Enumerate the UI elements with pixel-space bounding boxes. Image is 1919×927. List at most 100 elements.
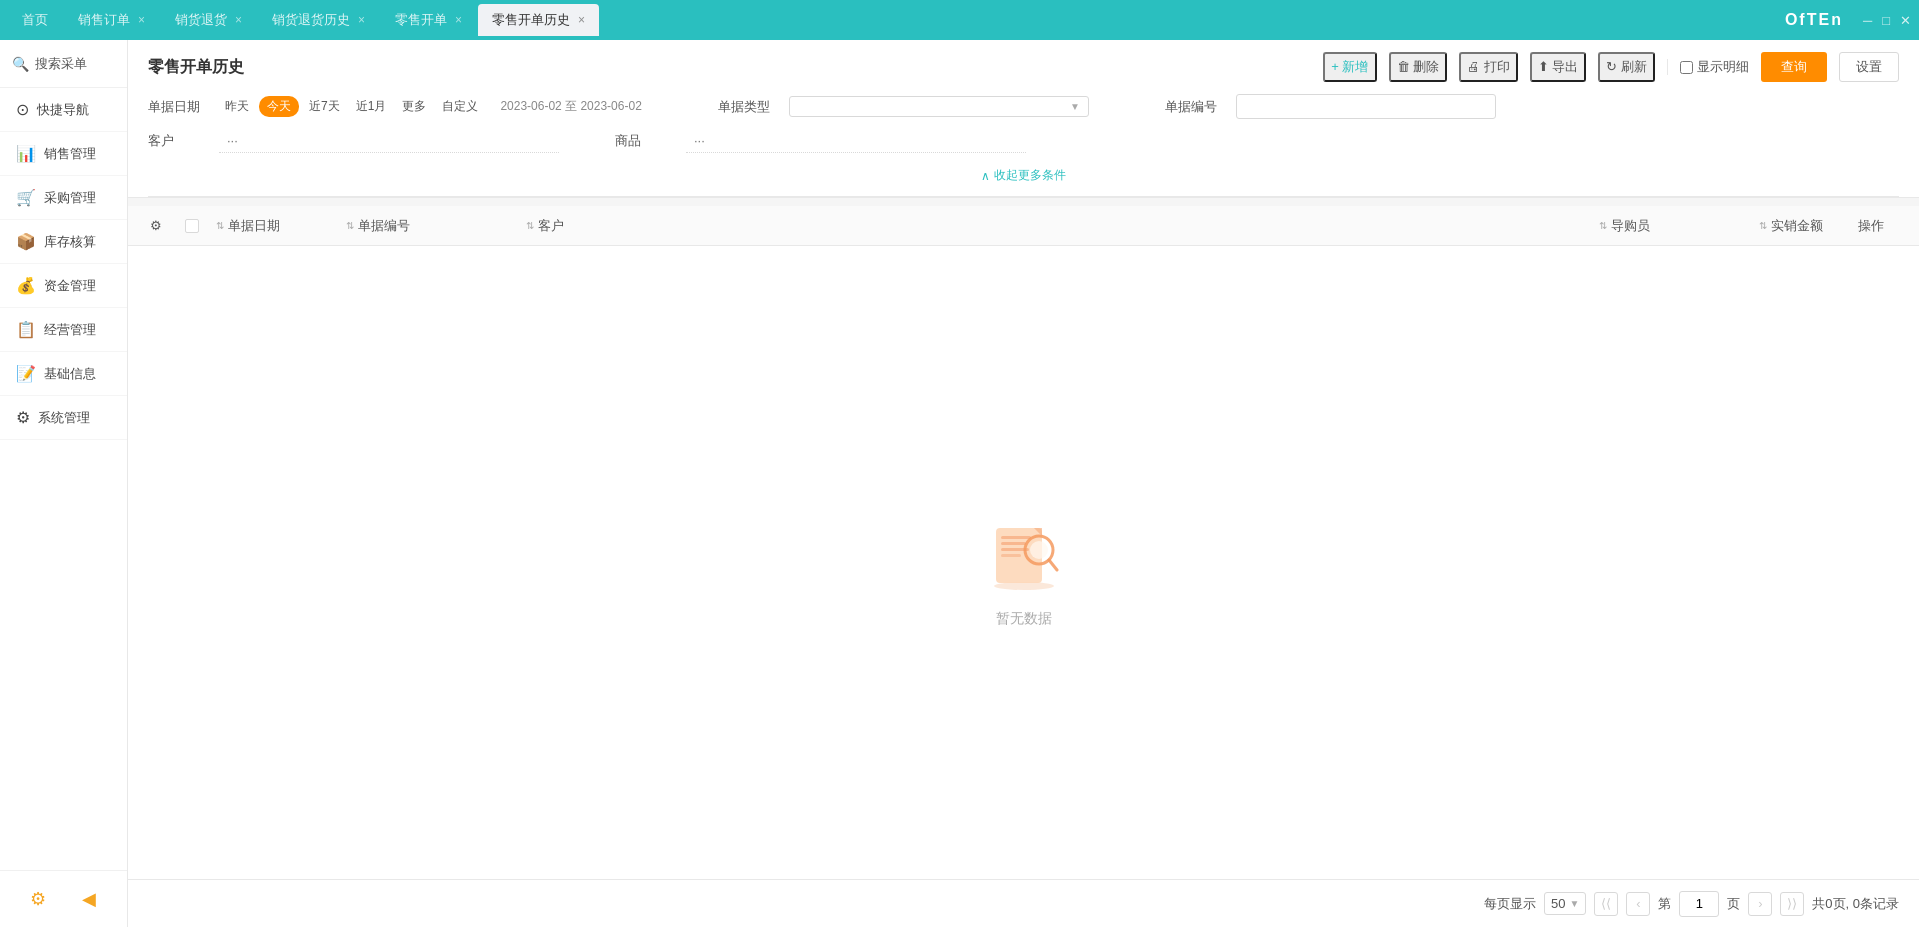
- next-page-button[interactable]: ›: [1748, 892, 1772, 916]
- sidebar-item-label: 快捷导航: [37, 101, 89, 119]
- page-unit: 页: [1727, 895, 1740, 913]
- chevron-down-icon: ▼: [1070, 101, 1080, 112]
- sidebar-item-finance[interactable]: 💰资金管理: [0, 264, 127, 308]
- select-all-checkbox[interactable]: [185, 219, 199, 233]
- date-btn-1month[interactable]: 近1月: [350, 96, 393, 117]
- customer-label: 客户: [148, 132, 203, 150]
- purchase-icon: 🛒: [16, 188, 36, 207]
- export-button[interactable]: ⬆ 导出: [1530, 52, 1587, 82]
- prev-page-icon: ‹: [1636, 896, 1640, 911]
- doc-type-select[interactable]: ▼: [789, 96, 1089, 117]
- empty-text: 暂无数据: [996, 610, 1052, 628]
- date-range-display: 2023-06-02 至 2023-06-02: [500, 98, 641, 115]
- tab-销售订单[interactable]: 销售订单×: [64, 4, 159, 36]
- settings-button-toolbar[interactable]: 设置: [1839, 52, 1899, 82]
- main-content: 零售开单历史 + 新增 🗑 删除 🖨 打印 ⬆ 导出 ↻ 刷新 显示明细 查询 …: [128, 40, 1919, 927]
- tab-close-icon[interactable]: ×: [138, 13, 145, 27]
- customer-input[interactable]: [219, 129, 559, 153]
- close-button[interactable]: ✕: [1900, 13, 1911, 28]
- operation-icon: 📋: [16, 320, 36, 339]
- toolbar-actions: + 新增 🗑 删除 🖨 打印 ⬆ 导出 ↻ 刷新 显示明细 查询 设置: [1323, 52, 1899, 82]
- first-page-button[interactable]: ⟨⟨: [1594, 892, 1618, 916]
- svg-line-8: [1049, 560, 1057, 570]
- date-btn-custom[interactable]: 自定义: [436, 96, 484, 117]
- sidebar-item-inventory[interactable]: 📦库存核算: [0, 220, 127, 264]
- th-operation: 操作: [1831, 217, 1911, 235]
- sidebar-item-base[interactable]: 📝基础信息: [0, 352, 127, 396]
- sidebar-item-purchase[interactable]: 🛒采购管理: [0, 176, 127, 220]
- tab-close-icon[interactable]: ×: [455, 13, 462, 27]
- date-label: 单据日期: [148, 98, 203, 116]
- date-btn-today[interactable]: 今天: [259, 96, 299, 117]
- chevron-up-icon: ∧: [981, 169, 990, 183]
- th-setting[interactable]: ⚙: [136, 218, 176, 233]
- maximize-button[interactable]: □: [1882, 13, 1890, 28]
- finance-icon: 💰: [16, 276, 36, 295]
- doc-no-label: 单据编号: [1165, 98, 1220, 116]
- chevron-left-icon: ◀: [82, 888, 96, 910]
- sidebar-item-sales[interactable]: 📊销售管理: [0, 132, 127, 176]
- sidebar-item-operation[interactable]: 📋经营管理: [0, 308, 127, 352]
- add-button[interactable]: + 新增: [1323, 52, 1376, 82]
- print-button[interactable]: 🖨 打印: [1459, 52, 1518, 82]
- sidebar-item-quick-nav[interactable]: ⊙快捷导航: [0, 88, 127, 132]
- sidebar-item-system[interactable]: ⚙系统管理: [0, 396, 127, 440]
- collapse-bar[interactable]: ∧ 收起更多条件: [148, 163, 1899, 186]
- per-page-value: 50: [1551, 896, 1565, 911]
- base-icon: 📝: [16, 364, 36, 383]
- display-detail-text: 显示明细: [1697, 58, 1749, 76]
- settings-button[interactable]: ⚙: [22, 883, 54, 915]
- tab-close-icon[interactable]: ×: [358, 13, 365, 27]
- date-btn-yesterday[interactable]: 昨天: [219, 96, 255, 117]
- th-salesperson: ⇅ 导购员: [1591, 217, 1711, 235]
- refresh-button[interactable]: ↻ 刷新: [1598, 52, 1655, 82]
- sort-icon[interactable]: ⇅: [216, 220, 224, 231]
- minimize-button[interactable]: ─: [1863, 13, 1872, 28]
- svg-point-7: [1030, 541, 1048, 559]
- per-page-select[interactable]: 50 ▼: [1544, 892, 1586, 915]
- table-area: ⚙ ⇅ 单据日期 ⇅ 单据编号 ⇅ 客户 ⇅: [128, 206, 1919, 879]
- delete-button[interactable]: 🗑 删除: [1389, 52, 1448, 82]
- display-detail-checkbox[interactable]: [1680, 61, 1693, 74]
- th-checkbox[interactable]: [176, 219, 208, 233]
- tab-零售开单[interactable]: 零售开单 ×: [381, 4, 476, 36]
- tab-首页[interactable]: 首页: [8, 4, 62, 36]
- last-page-button[interactable]: ⟩⟩: [1780, 892, 1804, 916]
- th-amount: ⇅ 实销金额: [1711, 217, 1831, 235]
- sort-icon[interactable]: ⇅: [346, 220, 354, 231]
- tab-close-icon[interactable]: ×: [578, 13, 585, 27]
- date-btn-7days[interactable]: 近7天: [303, 96, 346, 117]
- doc-no-input[interactable]: [1236, 94, 1496, 119]
- sort-icon[interactable]: ⇅: [1759, 220, 1767, 231]
- display-detail-label[interactable]: 显示明细: [1680, 58, 1749, 76]
- goods-input[interactable]: [686, 129, 1026, 153]
- system-icon: ⚙: [16, 408, 30, 427]
- tab-销货退货历史[interactable]: 销货退货历史 ×: [258, 4, 379, 36]
- gear-icon: ⚙: [150, 218, 162, 233]
- th-salesperson-label: 导购员: [1611, 217, 1650, 235]
- sidebar-search[interactable]: 🔍 搜索采单: [0, 40, 127, 88]
- tab-销货退货[interactable]: 销货退货×: [161, 4, 256, 36]
- sidebar-nav: ⊙快捷导航📊销售管理🛒采购管理📦库存核算💰资金管理📋经营管理📝基础信息⚙系统管理: [0, 88, 127, 440]
- tab-label: 销货退货历史: [272, 11, 350, 29]
- svg-rect-3: [1001, 542, 1026, 545]
- th-customer: ⇅ 客户: [518, 217, 1591, 235]
- page-number-input[interactable]: [1679, 891, 1719, 917]
- tab-label: 零售开单历史: [492, 11, 570, 29]
- table-header: ⚙ ⇅ 单据日期 ⇅ 单据编号 ⇅ 客户 ⇅: [128, 206, 1919, 246]
- total-info: 共0页, 0条记录: [1812, 895, 1899, 913]
- sort-icon[interactable]: ⇅: [526, 220, 534, 231]
- prev-page-button[interactable]: ‹: [1626, 892, 1650, 916]
- first-page-icon: ⟨⟨: [1601, 896, 1611, 911]
- tab-label: 零售开单: [395, 11, 447, 29]
- collapse-sidebar-button[interactable]: ◀: [73, 883, 105, 915]
- query-button[interactable]: 查询: [1761, 52, 1827, 82]
- svg-point-0: [994, 582, 1054, 590]
- tab-close-icon[interactable]: ×: [235, 13, 242, 27]
- sidebar-item-label: 销售管理: [44, 145, 96, 163]
- tab-零售开单历史[interactable]: 零售开单历史 ×: [478, 4, 599, 36]
- next-page-icon: ›: [1758, 896, 1762, 911]
- th-customer-label: 客户: [538, 217, 564, 235]
- date-btn-more[interactable]: 更多: [396, 96, 432, 117]
- sort-icon[interactable]: ⇅: [1599, 220, 1607, 231]
